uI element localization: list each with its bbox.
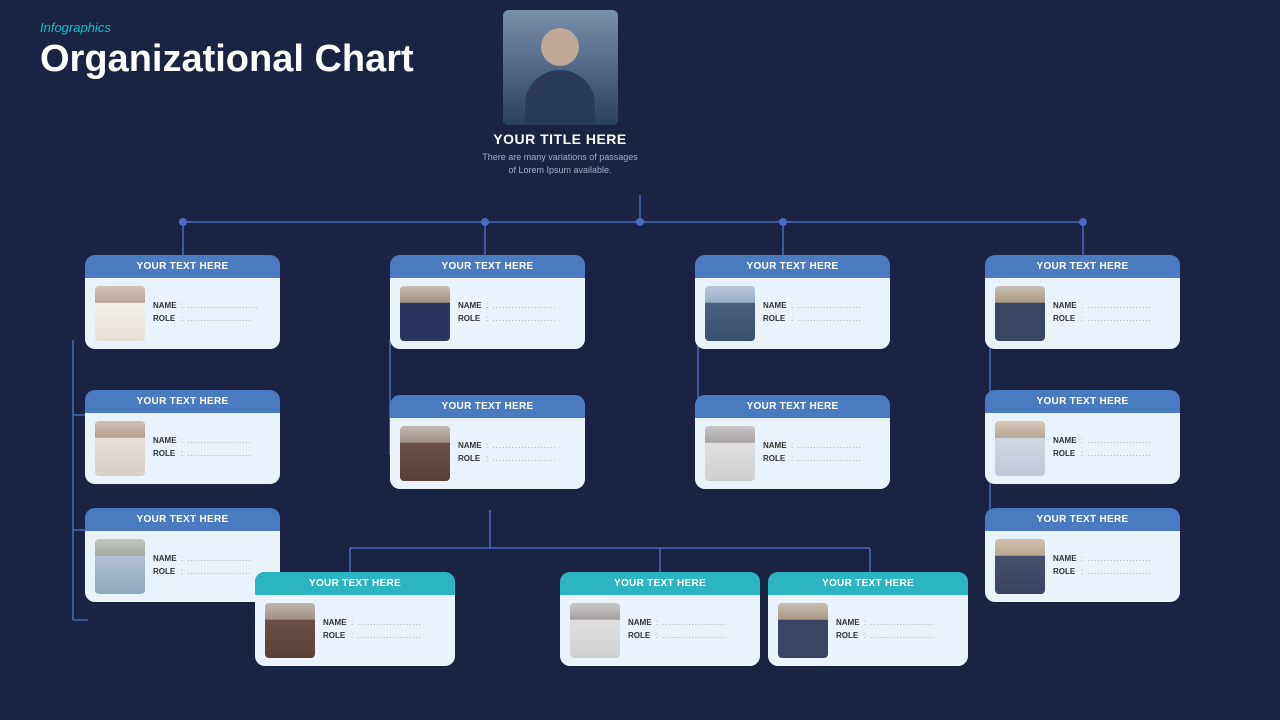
infographics-label: Infographics (40, 20, 111, 35)
card-6-header: YOUR TEXT HERE (390, 395, 585, 418)
card-5-body: NAME: .................... ROLE: .......… (85, 413, 280, 484)
card-7-header: YOUR TEXT HERE (695, 395, 890, 418)
ceo-photo (503, 10, 618, 125)
card-1-photo (95, 286, 145, 341)
card-4: YOUR TEXT HERE NAME: ...................… (985, 255, 1180, 349)
teal-card-3-header: YOUR TEXT HERE (768, 572, 968, 595)
ceo-desc: There are many variations of passages of… (480, 151, 640, 176)
teal-card-2: YOUR TEXT HERE NAME: ...................… (560, 572, 760, 666)
card-3-info: NAME: .................... ROLE: .......… (763, 301, 880, 327)
card-4-body: NAME: .................... ROLE: .......… (985, 278, 1180, 349)
card-1-name-label: NAME (153, 301, 181, 310)
card-7-body: NAME: .................... ROLE: .......… (695, 418, 890, 489)
card-9-body: NAME: .................... ROLE: .......… (85, 531, 280, 602)
card-3-body: NAME: .................... ROLE: .......… (695, 278, 890, 349)
card-2-info: NAME: .................... ROLE: .......… (458, 301, 575, 327)
teal-card-1: YOUR TEXT HERE NAME: ...................… (255, 572, 455, 666)
teal-card-3-photo (778, 603, 828, 658)
card-10-photo (995, 539, 1045, 594)
teal-card-1-info: NAME: .................... ROLE: .......… (323, 618, 445, 644)
teal-card-1-header: YOUR TEXT HERE (255, 572, 455, 595)
card-5-photo (95, 421, 145, 476)
ceo-section: YOUR TITLE HERE There are many variation… (480, 10, 640, 176)
card-5: YOUR TEXT HERE NAME: ...................… (85, 390, 280, 484)
card-1-info: NAME : ...................... ROLE : ...… (153, 301, 270, 327)
card-7-photo (705, 426, 755, 481)
teal-card-2-header: YOUR TEXT HERE (560, 572, 760, 595)
card-5-info: NAME: .................... ROLE: .......… (153, 436, 270, 462)
teal-card-2-body: NAME: .................... ROLE: .......… (560, 595, 760, 666)
ceo-person-silhouette (503, 10, 618, 125)
card-7-info: NAME: .................... ROLE: .......… (763, 441, 880, 467)
card-4-header: YOUR TEXT HERE (985, 255, 1180, 278)
card-1-header: YOUR TEXT HERE (85, 255, 280, 278)
card-2-header: YOUR TEXT HERE (390, 255, 585, 278)
card-10-info: NAME: .................... ROLE: .......… (1053, 554, 1170, 580)
teal-card-3-info: NAME: .................... ROLE: .......… (836, 618, 958, 644)
teal-card-3: YOUR TEXT HERE NAME: ...................… (768, 572, 968, 666)
card-2-body: NAME: .................... ROLE: .......… (390, 278, 585, 349)
card-1-role-dots: : .................... (181, 314, 252, 323)
card-8-header: YOUR TEXT HERE (985, 390, 1180, 413)
card-4-info: NAME: .................... ROLE: .......… (1053, 301, 1170, 327)
card-1-role-label: ROLE (153, 314, 181, 323)
teal-card-1-photo (265, 603, 315, 658)
card-7: YOUR TEXT HERE NAME: ...................… (695, 395, 890, 489)
card-9: YOUR TEXT HERE NAME: ...................… (85, 508, 280, 602)
card-6-body: NAME: .................... ROLE: .......… (390, 418, 585, 489)
card-9-info: NAME: .................... ROLE: .......… (153, 554, 270, 580)
card-8-info: NAME: .................... ROLE: .......… (1053, 436, 1170, 462)
card-3-photo (705, 286, 755, 341)
card-6-info: NAME: .................... ROLE: .......… (458, 441, 575, 467)
card-10: YOUR TEXT HERE NAME: ...................… (985, 508, 1180, 602)
card-10-body: NAME: .................... ROLE: .......… (985, 531, 1180, 602)
card-6-photo (400, 426, 450, 481)
main-title: Organizational Chart (40, 38, 414, 81)
card-1-name-row: NAME : ...................... (153, 301, 270, 310)
card-1-body: NAME : ...................... ROLE : ...… (85, 278, 280, 349)
card-9-photo (95, 539, 145, 594)
ceo-title: YOUR TITLE HERE (493, 131, 627, 147)
card-2-photo (400, 286, 450, 341)
card-8-body: NAME: .................... ROLE: .......… (985, 413, 1180, 484)
teal-card-2-info: NAME: .................... ROLE: .......… (628, 618, 750, 644)
card-6: YOUR TEXT HERE NAME: ...................… (390, 395, 585, 489)
card-9-header: YOUR TEXT HERE (85, 508, 280, 531)
card-2: YOUR TEXT HERE NAME: ...................… (390, 255, 585, 349)
card-3-header: YOUR TEXT HERE (695, 255, 890, 278)
card-4-photo (995, 286, 1045, 341)
teal-card-3-body: NAME: .................... ROLE: .......… (768, 595, 968, 666)
teal-card-1-body: NAME: .................... ROLE: .......… (255, 595, 455, 666)
card-8: YOUR TEXT HERE NAME: ...................… (985, 390, 1180, 484)
teal-card-2-photo (570, 603, 620, 658)
card-10-header: YOUR TEXT HERE (985, 508, 1180, 531)
card-1-role-row: ROLE : .................... (153, 314, 270, 323)
card-8-photo (995, 421, 1045, 476)
card-1-name-dots: : ...................... (181, 301, 258, 310)
card-5-header: YOUR TEXT HERE (85, 390, 280, 413)
card-1: YOUR TEXT HERE NAME : ..................… (85, 255, 280, 349)
card-3: YOUR TEXT HERE NAME: ...................… (695, 255, 890, 349)
